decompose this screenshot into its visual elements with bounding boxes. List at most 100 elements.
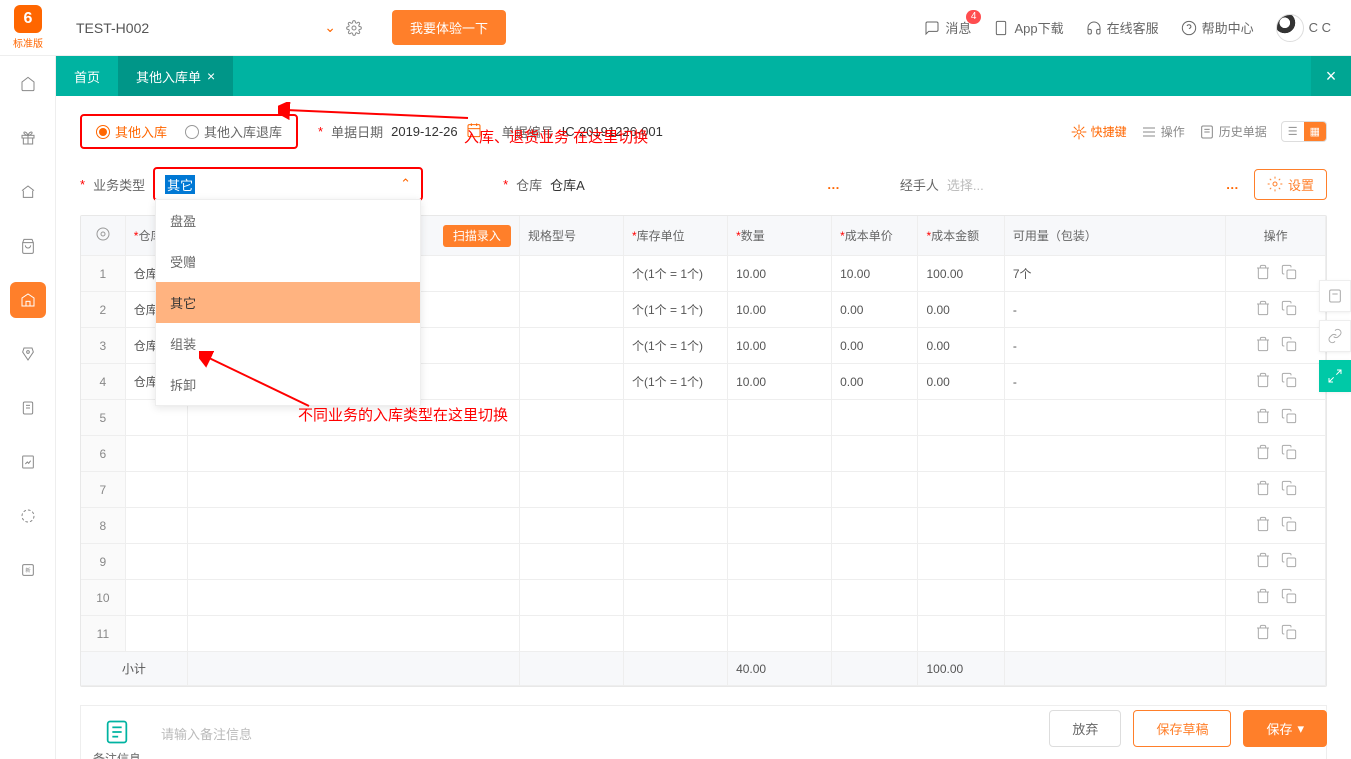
footer-buttons: 放弃 保存草稿 保存▾ [1049,710,1327,747]
top-right-actions: 消息 4 App下载 在线客服 帮助中心 C C [924,14,1331,42]
view-toggle[interactable]: ☰ ▦ [1281,121,1327,142]
main-layout: 新 首页 其他入库单 × × 其他入库 其他入库退库 [0,56,1351,759]
nav-report-icon[interactable] [10,444,46,480]
filter-row: 其他入库 其他入库退库 *单据日期 2019-12-26 单据编号 IC-201… [80,114,1327,149]
chevron-down-icon: ▾ [1297,721,1304,737]
delete-icon[interactable] [1255,588,1271,607]
copy-icon[interactable] [1281,408,1297,427]
tab-other-inbound[interactable]: 其他入库单 × [118,56,233,96]
user-profile[interactable]: C C [1276,14,1331,42]
delete-icon[interactable] [1255,480,1271,499]
copy-icon[interactable] [1281,336,1297,355]
note-tool-icon[interactable] [1319,280,1351,312]
option-panying[interactable]: 盘盈 [156,200,420,241]
handler-field[interactable]: 经手人 选择... … [900,175,1239,194]
delete-icon[interactable] [1255,408,1271,427]
copy-icon[interactable] [1281,372,1297,391]
more-icon[interactable]: … [827,177,840,192]
message-badge: 4 [966,10,982,24]
nav-clipboard-icon[interactable] [10,390,46,426]
logo-subtext: 标准版 [13,35,43,50]
copy-icon[interactable] [1281,624,1297,643]
doc-date-field[interactable]: *单据日期 2019-12-26 [318,122,482,141]
delete-icon[interactable] [1255,336,1271,355]
nav-home-icon[interactable] [10,66,46,102]
copy-icon[interactable] [1281,264,1297,283]
nav-new-icon[interactable]: 新 [10,552,46,588]
option-qita[interactable]: 其它 [156,282,420,323]
app-download-button[interactable]: App下载 [993,18,1063,37]
table-row[interactable]: 10 [81,580,1326,616]
table-row[interactable]: 7 [81,472,1326,508]
chevron-up-icon: ⌃ [400,176,411,192]
inbound-type-radio-group: 其他入库 其他入库退库 [80,114,298,149]
more-icon[interactable]: … [1226,177,1239,192]
save-button[interactable]: 保存▾ [1243,710,1327,747]
option-zuzhuang[interactable]: 组装 [156,323,420,364]
radio-other-return[interactable]: 其他入库退库 [185,122,282,141]
close-icon[interactable]: × [207,68,215,84]
logo-icon: 6 [14,5,42,33]
copy-icon[interactable] [1281,552,1297,571]
close-all-tabs[interactable]: × [1311,56,1351,96]
left-nav: 新 [0,56,56,759]
main-content: 首页 其他入库单 × × 其他入库 其他入库退库 *单据日期 [56,56,1351,759]
save-draft-button[interactable]: 保存草稿 [1133,710,1231,747]
trial-button[interactable]: 我要体验一下 [392,10,506,45]
settings-button[interactable]: 设置 [1254,169,1327,200]
tab-home[interactable]: 首页 [56,56,118,96]
settings-icon[interactable] [346,20,362,36]
delete-icon[interactable] [1255,264,1271,283]
customer-service-button[interactable]: 在线客服 [1086,18,1159,37]
top-bar: 6 标准版 TEST-H002 ⌄ 我要体验一下 消息 4 App下载 在线客服… [0,0,1351,56]
nav-house-icon[interactable] [10,174,46,210]
company-name: TEST-H002 [76,20,149,36]
copy-icon[interactable] [1281,444,1297,463]
table-row[interactable]: 9 [81,544,1326,580]
option-shouzeng[interactable]: 受赠 [156,241,420,282]
form-row: *业务类型 其它 ⌃ 盘盈 受赠 其它 组装 拆卸 *仓库 仓库A [80,167,1327,201]
calendar-icon [466,122,482,141]
nav-money-icon[interactable] [10,336,46,372]
toolbar-actions: 快捷键 操作 历史单据 ☰ ▦ [1071,121,1327,142]
table-row[interactable]: 8 [81,508,1326,544]
copy-icon[interactable] [1281,588,1297,607]
help-center-button[interactable]: 帮助中心 [1181,18,1254,37]
table-row[interactable]: 11 [81,616,1326,652]
company-dropdown[interactable]: TEST-H002 ⌄ [76,19,336,36]
shortcut-button[interactable]: 快捷键 [1071,123,1127,140]
grid-view-icon[interactable]: ▦ [1304,122,1326,141]
nav-loading-icon[interactable] [10,498,46,534]
option-chaixie[interactable]: 拆卸 [156,364,420,405]
list-view-icon[interactable]: ☰ [1282,122,1304,141]
delete-icon[interactable] [1255,444,1271,463]
warehouse-field[interactable]: *仓库 仓库A … [503,175,840,194]
cancel-button[interactable]: 放弃 [1049,710,1121,747]
copy-icon[interactable] [1281,480,1297,499]
link-tool-icon[interactable] [1319,320,1351,352]
delete-icon[interactable] [1255,552,1271,571]
nav-gift-icon[interactable] [10,120,46,156]
scan-entry-button[interactable]: 扫描录入 [443,225,511,247]
delete-icon[interactable] [1255,624,1271,643]
copy-icon[interactable] [1281,300,1297,319]
biztype-label-wrap: *业务类型 [80,175,145,194]
nav-bag-icon[interactable] [10,228,46,264]
delete-icon[interactable] [1255,300,1271,319]
delete-icon[interactable] [1255,516,1271,535]
right-tools [1319,280,1351,392]
history-button[interactable]: 历史单据 [1199,123,1267,140]
copy-icon[interactable] [1281,516,1297,535]
nav-warehouse-icon[interactable] [10,282,46,318]
config-column-icon[interactable] [81,216,125,256]
radio-other-in[interactable]: 其他入库 [96,122,167,141]
expand-tool-icon[interactable] [1319,360,1351,392]
svg-text:新: 新 [25,566,31,574]
operate-button[interactable]: 操作 [1141,123,1185,140]
avatar-icon [1276,14,1304,42]
biztype-select[interactable]: 其它 ⌃ 盘盈 受赠 其它 组装 拆卸 [153,167,423,201]
table-row[interactable]: 6 [81,436,1326,472]
delete-icon[interactable] [1255,372,1271,391]
messages-button[interactable]: 消息 4 [924,18,971,37]
page-content: 其他入库 其他入库退库 *单据日期 2019-12-26 单据编号 IC-201… [56,96,1351,759]
